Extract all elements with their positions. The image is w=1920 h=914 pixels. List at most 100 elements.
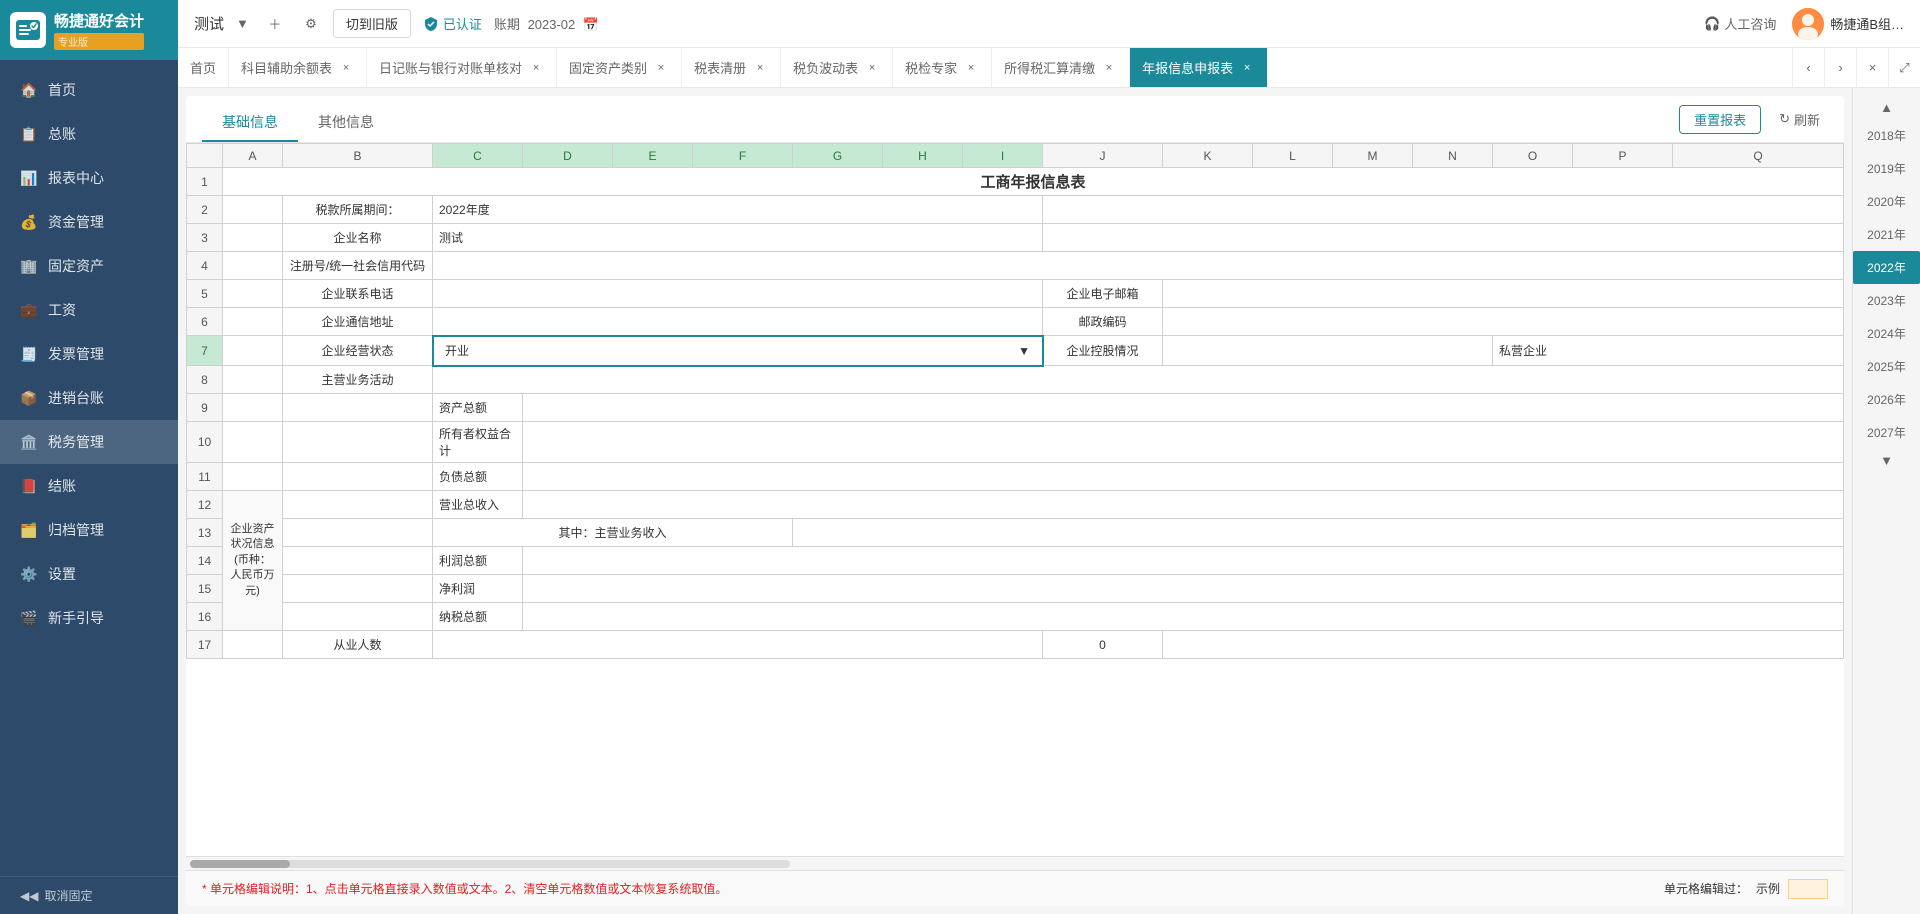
col-header-B[interactable]: B [283,144,433,168]
sidebar-item-archive[interactable]: 🗂️ 归档管理 [0,508,178,552]
dropdown-arrow-icon[interactable]: ▼ [1018,344,1030,358]
tab-prev-btn[interactable]: ‹ [1792,48,1824,88]
tab-close-all-btn[interactable]: × [1856,48,1888,88]
cell-12-C[interactable]: 营业总收入 [433,491,523,519]
sidebar-item-assets[interactable]: 🏢 固定资产 [0,244,178,288]
tab-next-btn[interactable]: › [1824,48,1856,88]
cell-5-B[interactable]: 企业联系电话 [283,280,433,308]
year-item-2022[interactable]: 2022年 [1853,251,1920,284]
cell-6-K[interactable] [1163,308,1844,336]
cell-17-K[interactable] [1163,631,1844,659]
sidebar-item-close[interactable]: 📕 结账 [0,464,178,508]
cell-6-B[interactable]: 企业通信地址 [283,308,433,336]
cell-5-A[interactable] [223,280,283,308]
sidebar-item-funds[interactable]: 💰 资金管理 [0,200,178,244]
sidebar-item-settings[interactable]: ⚙️ 设置 [0,552,178,596]
cell-7-K[interactable] [1163,336,1493,366]
cell-12-D[interactable] [523,491,1844,519]
cell-2-J[interactable] [1043,196,1844,224]
cell-17-C[interactable] [433,631,1043,659]
col-header-G[interactable]: G [793,144,883,168]
cell-title[interactable]: 工商年报信息表 [223,168,1844,196]
cell-9-D[interactable] [523,394,1844,422]
year-item-2025[interactable]: 2025年 [1853,350,1920,383]
cell-5-J[interactable]: 企业电子邮箱 [1043,280,1163,308]
sidebar-item-stock[interactable]: 📦 进销台账 [0,376,178,420]
tab-fixed-asset-type[interactable]: 固定资产类别 × [557,48,682,87]
cell-9-B[interactable] [283,394,433,422]
tab-annual-report[interactable]: 年报信息申报表 × [1130,48,1268,87]
cell-5-C[interactable] [433,280,1043,308]
col-header-A[interactable]: A [223,144,283,168]
cell-6-A[interactable] [223,308,283,336]
col-header-L[interactable]: L [1253,144,1333,168]
tab-tax-form[interactable]: 税表清册 × [682,48,781,87]
sidebar-item-ledger[interactable]: 📋 总账 [0,112,178,156]
col-header-Q[interactable]: Q [1673,144,1844,168]
tab-close-btn[interactable]: × [864,60,880,76]
cell-14-D[interactable] [523,547,1844,575]
cell-13-G[interactable] [793,519,1844,547]
cell-11-D[interactable] [523,463,1844,491]
cell-10-D[interactable] [523,422,1844,463]
col-header-E[interactable]: E [613,144,693,168]
tab-home[interactable]: 首页 [178,48,229,87]
cell-6-C[interactable] [433,308,1043,336]
col-header-D[interactable]: D [523,144,613,168]
cell-10-A[interactable] [223,422,283,463]
spreadsheet-container[interactable]: A B C D E F G H I J K L [186,143,1844,856]
year-item-2019[interactable]: 2019年 [1853,152,1920,185]
sub-tab-other[interactable]: 其他信息 [298,104,394,142]
sidebar-item-tax[interactable]: 🏛️ 税务管理 [0,420,178,464]
year-item-2024[interactable]: 2024年 [1853,317,1920,350]
cell-15-C[interactable]: 净利润 [433,575,523,603]
year-scroll-down-btn[interactable]: ▼ [1853,449,1920,472]
switch-old-btn[interactable]: 切到旧版 [333,9,411,38]
cell-17-J[interactable]: 0 [1043,631,1163,659]
year-item-2023[interactable]: 2023年 [1853,284,1920,317]
cell-7-A[interactable] [223,336,283,366]
cell-13-B[interactable] [283,519,433,547]
topbar-dropdown[interactable]: ▼ [236,16,249,31]
year-scroll-up-btn[interactable]: ▲ [1853,96,1920,119]
cell-10-C[interactable]: 所有者权益合计 [433,422,523,463]
tab-expand-btn[interactable]: ⤢ [1888,48,1920,88]
cell-9-A[interactable] [223,394,283,422]
cell-7-P[interactable]: 私营企业 [1493,336,1844,366]
cell-4-C[interactable] [433,252,1844,280]
cell-3-A[interactable] [223,224,283,252]
cell-14-C[interactable]: 利润总额 [433,547,523,575]
cell-16-D[interactable] [523,603,1844,631]
cell-4-B[interactable]: 注册号/统一社会信用代码 [283,252,433,280]
cell-15-B[interactable] [283,575,433,603]
tab-tax-wave[interactable]: 税负波动表 × [781,48,893,87]
sidebar-collapse-btn[interactable]: ◀◀ 取消固定 [0,876,178,914]
tab-close-btn[interactable]: × [338,60,354,76]
cell-9-C[interactable]: 资产总额 [433,394,523,422]
year-item-2027[interactable]: 2027年 [1853,416,1920,449]
tab-tax-expert[interactable]: 税检专家 × [893,48,992,87]
gear-btn[interactable]: ⚙ [297,10,325,38]
cell-3-J[interactable] [1043,224,1844,252]
add-btn[interactable]: ＋ [261,10,289,38]
tab-close-btn[interactable]: × [528,60,544,76]
tab-close-btn[interactable]: × [752,60,768,76]
cell-7-J[interactable]: 企业控股情况 [1043,336,1163,366]
cell-12-A[interactable]: 企业资产状况信息(币种：人民币万元) [223,491,283,631]
cell-5-K[interactable] [1163,280,1844,308]
cell-3-B[interactable]: 企业名称 [283,224,433,252]
sidebar-item-reports[interactable]: 📊 报表中心 [0,156,178,200]
cell-17-B[interactable]: 从业人数 [283,631,433,659]
col-header-P[interactable]: P [1573,144,1673,168]
tab-close-btn[interactable]: × [963,60,979,76]
cell-10-B[interactable] [283,422,433,463]
col-header-N[interactable]: N [1413,144,1493,168]
year-item-2026[interactable]: 2026年 [1853,383,1920,416]
cell-11-A[interactable] [223,463,283,491]
tab-income-tax[interactable]: 所得税汇算清缴 × [992,48,1130,87]
h-scrollbar[interactable] [186,856,1844,870]
cell-16-C[interactable]: 纳税总额 [433,603,523,631]
cell-2-A[interactable] [223,196,283,224]
sub-tab-basic[interactable]: 基础信息 [202,104,298,142]
service-btn[interactable]: 🎧 人工咨询 [1704,14,1776,33]
